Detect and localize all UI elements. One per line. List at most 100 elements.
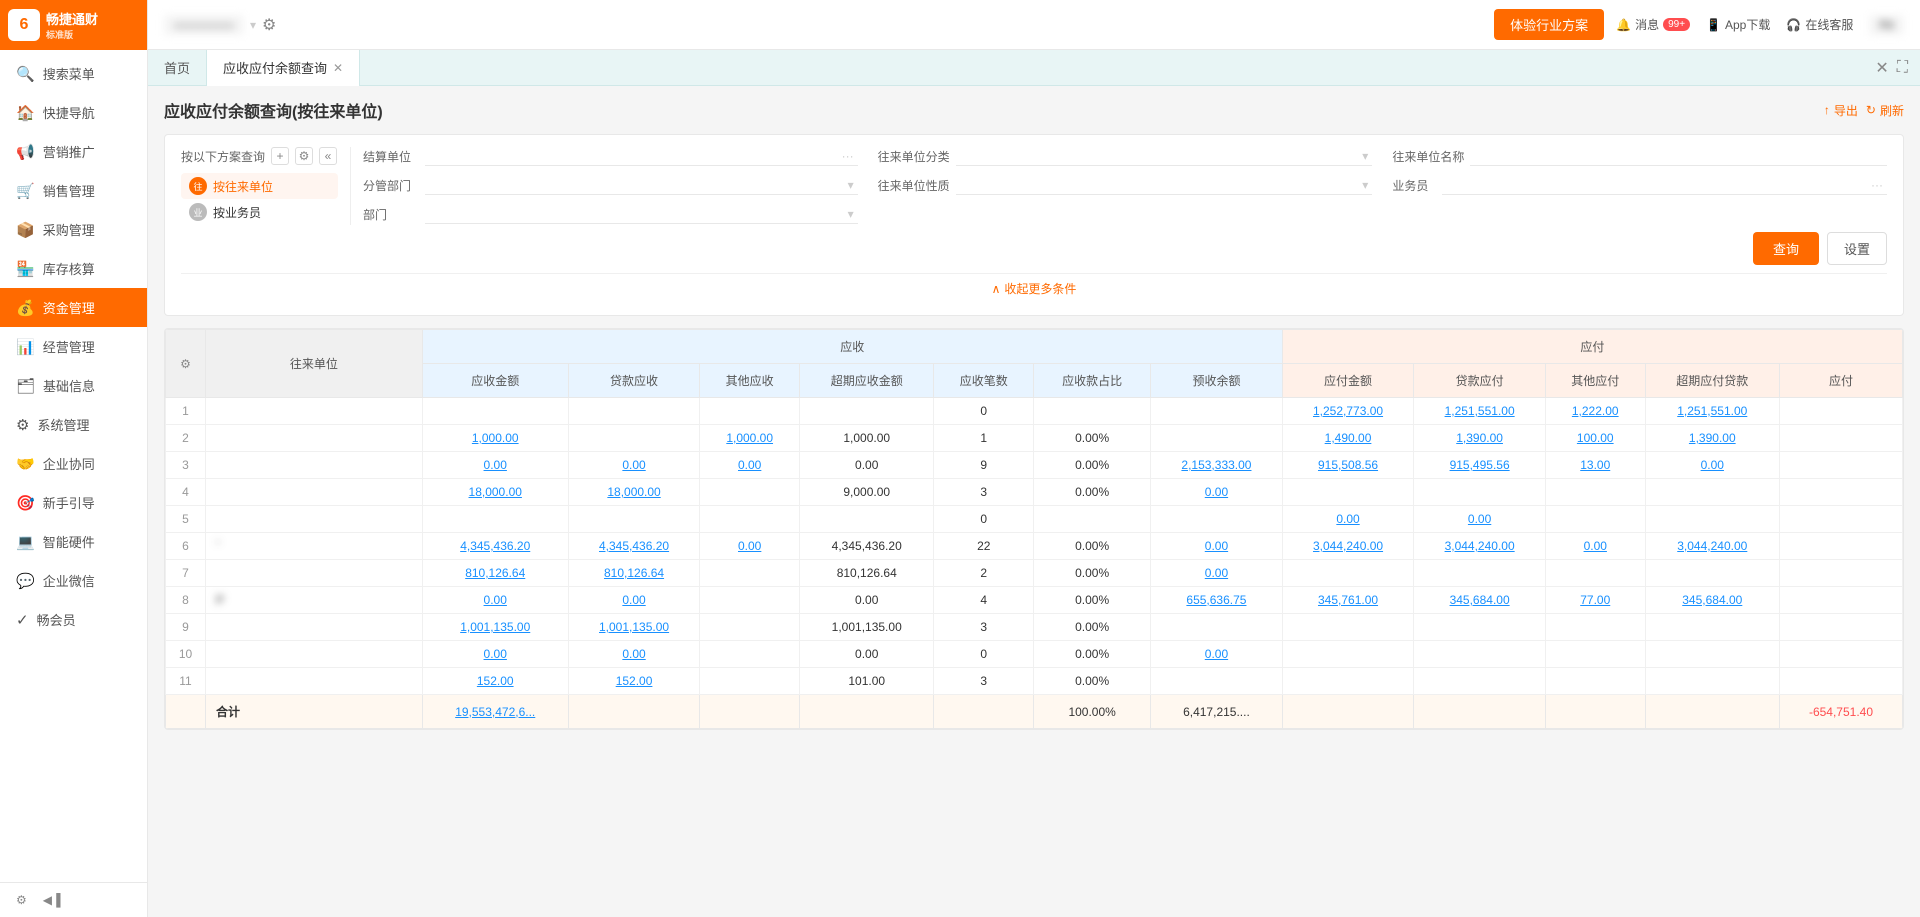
table-cell[interactable]: 1,251,551.00: [1645, 398, 1779, 425]
sidebar-item-member[interactable]: ✓ 畅会员: [0, 600, 147, 639]
table-cell[interactable]: 0.00%: [1034, 560, 1151, 587]
filter-collapse-icon[interactable]: «: [319, 147, 337, 165]
table-cell[interactable]: 0.00%: [1034, 452, 1151, 479]
refresh-button[interactable]: ↻ 刷新: [1866, 102, 1904, 119]
sidebar-item-basic[interactable]: 🗂 基础信息: [0, 366, 147, 405]
table-cell[interactable]: 0.00: [1151, 479, 1283, 506]
filter-settings-icon[interactable]: ⚙: [295, 147, 313, 165]
table-cell[interactable]: 810,126.64: [422, 560, 568, 587]
table-cell[interactable]: 0.00: [700, 452, 800, 479]
table-cell[interactable]: 0.00: [568, 641, 700, 668]
table-cell[interactable]: 0.00%: [1034, 479, 1151, 506]
table-cell[interactable]: 1,390.00: [1645, 425, 1779, 452]
dept-select[interactable]: ▾: [425, 176, 858, 195]
table-cell[interactable]: 0.00: [1414, 506, 1546, 533]
table-cell[interactable]: 9,000.00: [800, 479, 934, 506]
table-cell[interactable]: 0.00%: [1034, 587, 1151, 614]
sidebar-item-search[interactable]: 🔍 搜索菜单: [0, 54, 147, 93]
table-cell[interactable]: 0.00: [700, 533, 800, 560]
sidebar-item-collab[interactable]: 🤝 企业协同: [0, 444, 147, 483]
table-cell[interactable]: 345,761.00: [1282, 587, 1414, 614]
settlement-dots[interactable]: ···: [842, 149, 854, 163]
sidebar-item-sales[interactable]: 🛒 销售管理: [0, 171, 147, 210]
table-cell[interactable]: 0: [934, 641, 1034, 668]
table-cell[interactable]: 1,390.00: [1414, 425, 1546, 452]
table-cell[interactable]: 1,222.00: [1545, 398, 1645, 425]
settlement-input[interactable]: ···: [425, 147, 858, 166]
table-cell[interactable]: 3,044,240.00: [1414, 533, 1546, 560]
table-cell[interactable]: 915,508.56: [1282, 452, 1414, 479]
sidebar-item-wechat[interactable]: 💬 企业微信: [0, 561, 147, 600]
sidebar-item-hardware[interactable]: 💻 智能硬件: [0, 522, 147, 561]
table-cell[interactable]: 13.00: [1545, 452, 1645, 479]
table-cell[interactable]: 1,000.00: [800, 425, 934, 452]
table-cell[interactable]: 4,345,436.20: [800, 533, 934, 560]
table-cell[interactable]: 1,251,551.00: [1414, 398, 1546, 425]
table-cell[interactable]: 810,126.64: [800, 560, 934, 587]
settings-footer-icon[interactable]: ⚙: [16, 893, 27, 907]
sidebar-item-marketing[interactable]: 📢 营销推广: [0, 132, 147, 171]
sidebar-item-guide[interactable]: 🎯 新手引导: [0, 483, 147, 522]
table-cell[interactable]: 655,636.75: [1151, 587, 1283, 614]
table-cell[interactable]: 3,044,240.00: [1282, 533, 1414, 560]
table-cell[interactable]: 1,000.00: [700, 425, 800, 452]
add-filter-icon[interactable]: +: [271, 147, 289, 165]
table-cell[interactable]: 915,495.56: [1414, 452, 1546, 479]
tab-close-all-icon[interactable]: ✕: [1875, 58, 1888, 78]
collapse-filter-button[interactable]: ∧ 收起更多条件: [181, 273, 1887, 303]
table-cell[interactable]: 0.00: [800, 587, 934, 614]
table-cell[interactable]: 4,345,436.20: [422, 533, 568, 560]
table-cell[interactable]: 0.00: [422, 452, 568, 479]
tab-fullscreen-icon[interactable]: ⛶: [1897, 59, 1908, 77]
table-cell[interactable]: 3: [934, 668, 1034, 695]
table-cell[interactable]: 152.00: [422, 668, 568, 695]
table-cell[interactable]: 0.00: [568, 452, 700, 479]
th-settings[interactable]: ⚙: [166, 330, 206, 398]
query-button[interactable]: 查询: [1753, 232, 1819, 265]
table-cell[interactable]: 3,044,240.00: [1645, 533, 1779, 560]
unit-nature-select[interactable]: ▾: [956, 176, 1373, 195]
table-cell[interactable]: 0.00: [1151, 560, 1283, 587]
sidebar-item-operations[interactable]: 📊 经营管理: [0, 327, 147, 366]
table-cell[interactable]: 0.00: [800, 641, 934, 668]
table-cell[interactable]: 0.00: [422, 587, 568, 614]
table-cell[interactable]: 77.00: [1545, 587, 1645, 614]
table-cell[interactable]: 9: [934, 452, 1034, 479]
customer-service-action[interactable]: 🎧 在线客服: [1786, 16, 1853, 33]
tab-home[interactable]: 首页: [148, 50, 207, 86]
solution-button[interactable]: 体验行业方案: [1494, 9, 1604, 40]
table-cell[interactable]: 1,001,135.00: [800, 614, 934, 641]
table-cell[interactable]: 0.00%: [1034, 614, 1151, 641]
table-cell[interactable]: 2,153,333.00: [1151, 452, 1283, 479]
table-cell[interactable]: 0.00%: [1034, 425, 1151, 452]
table-cell[interactable]: 1,001,135.00: [568, 614, 700, 641]
table-cell[interactable]: 3: [934, 614, 1034, 641]
table-cell[interactable]: 0.00: [1545, 533, 1645, 560]
table-cell[interactable]: 3: [934, 479, 1034, 506]
notifications-action[interactable]: 🔔 消息 99+: [1616, 16, 1690, 33]
sidebar-item-finance[interactable]: 💰 资金管理: [0, 288, 147, 327]
tab-receivable[interactable]: 应收应付余额查询 ✕: [207, 50, 360, 86]
table-cell[interactable]: 2: [934, 560, 1034, 587]
table-cell[interactable]: 4: [934, 587, 1034, 614]
table-cell[interactable]: 345,684.00: [1414, 587, 1546, 614]
table-cell[interactable]: 1: [934, 425, 1034, 452]
table-cell[interactable]: 0.00%: [1034, 641, 1151, 668]
export-button[interactable]: ↑ 导出: [1824, 102, 1858, 119]
table-cell[interactable]: 18,000.00: [568, 479, 700, 506]
table-cell[interactable]: 0.00: [1151, 533, 1283, 560]
unit-name-input[interactable]: [1470, 147, 1887, 166]
sidebar-item-inventory[interactable]: 🏪 库存核算: [0, 249, 147, 288]
table-cell[interactable]: 0.00: [800, 452, 934, 479]
table-cell[interactable]: 18,000.00: [422, 479, 568, 506]
table-cell[interactable]: 4,345,436.20: [568, 533, 700, 560]
table-cell[interactable]: 0.00%: [1034, 668, 1151, 695]
unit-category-select[interactable]: ▾: [956, 147, 1373, 166]
table-cell[interactable]: 0.00: [1151, 641, 1283, 668]
table-cell[interactable]: 22: [934, 533, 1034, 560]
table-cell[interactable]: 100.00: [1545, 425, 1645, 452]
salesperson-dots[interactable]: ···: [1871, 178, 1883, 192]
sidebar-item-purchase[interactable]: 📦 采购管理: [0, 210, 147, 249]
table-cell[interactable]: 0: [934, 398, 1034, 425]
table-cell[interactable]: 0.00: [422, 641, 568, 668]
